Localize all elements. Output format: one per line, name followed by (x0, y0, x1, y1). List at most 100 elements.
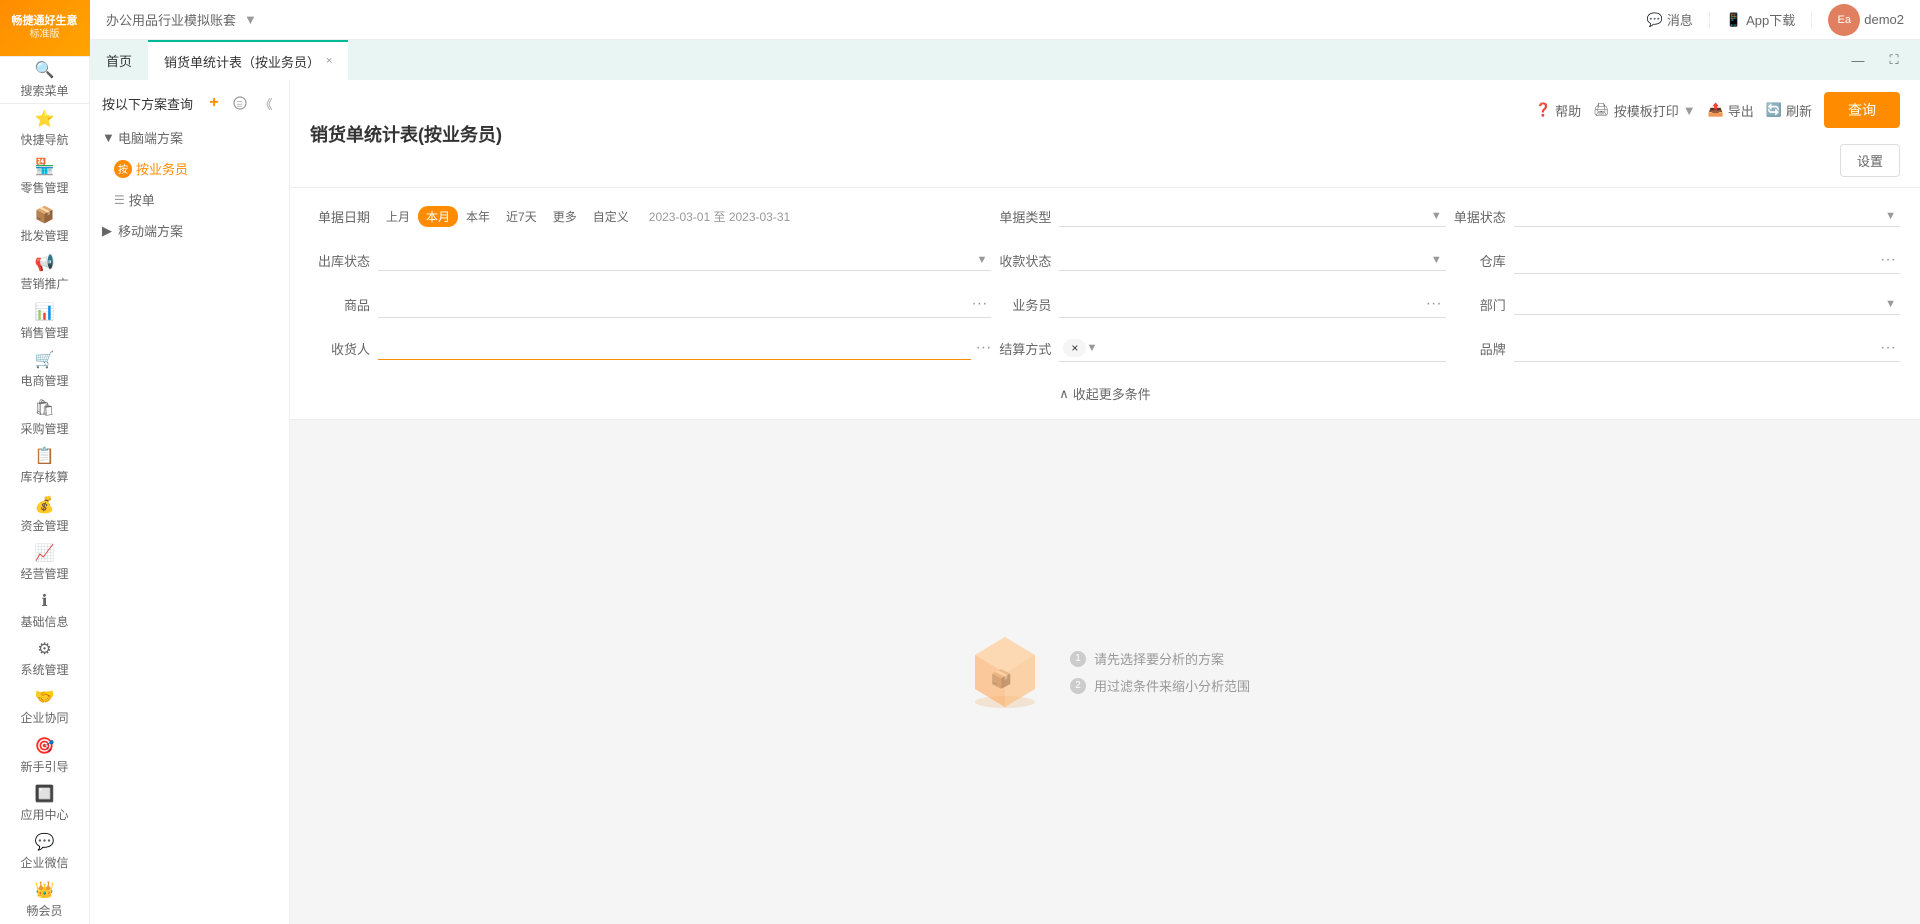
goods-dots[interactable]: ··· (971, 295, 987, 313)
download-icon: 📱 (1726, 12, 1742, 28)
out-status-select[interactable]: ▼ (378, 250, 991, 271)
settings-button[interactable]: 设置 (1840, 144, 1900, 177)
sidebar-item-marketing[interactable]: 📢 营销推广 (0, 249, 90, 297)
topbar-divider2 (1811, 12, 1812, 28)
settlement-tag-close[interactable]: × (1071, 341, 1078, 355)
sidebar-item-inventory[interactable]: 📋 库存核算 (0, 442, 90, 490)
type-select[interactable]: ▼ (1059, 206, 1445, 227)
app-logo[interactable]: 畅捷通好生意 标准版 (0, 0, 90, 56)
warehouse-select[interactable]: ··· (1514, 247, 1900, 274)
filter-area: 单据日期 上月 本月 本年 近7天 更多 自定义 2023-03-01 至 20… (290, 188, 1920, 420)
topbar-divider1 (1709, 12, 1710, 28)
receiver-input[interactable] (378, 336, 971, 360)
sidebar-item-system[interactable]: ⚙ 系统管理 (0, 635, 90, 683)
tree-by-order[interactable]: ☰ 按单 (90, 184, 289, 215)
date-option-custom[interactable]: 自定义 (585, 206, 637, 227)
settlement-select-arrow: ▼ (1086, 342, 1097, 354)
sidebar-item-guide-label: 新手引导 (20, 758, 68, 775)
department-select[interactable]: ▼ (1514, 294, 1900, 315)
salesperson-select[interactable]: ··· (1059, 291, 1445, 318)
sidebar-item-marketing-label: 营销推广 (20, 275, 68, 292)
operation-icon: 📈 (35, 543, 55, 563)
date-option-last-month[interactable]: 上月 (378, 206, 418, 227)
warehouse-dots[interactable]: ··· (1880, 251, 1896, 269)
tree-mobile-scheme[interactable]: ▶ 移动端方案 (90, 215, 289, 246)
sidebar: 畅捷通好生意 标准版 🔍 搜索菜单 ⭐ 快捷导航 🏪 零售管理 📦 批发管理 📢… (0, 0, 90, 924)
sidebar-item-operation[interactable]: 📈 经营管理 (0, 538, 90, 586)
message-btn[interactable]: 💬 消息 (1647, 10, 1693, 29)
department-arrow: ▼ (1885, 298, 1896, 310)
tree-by-order-label: 按单 (129, 190, 155, 209)
tab-minimize-btn[interactable]: — (1844, 46, 1872, 74)
sidebar-item-enterprise[interactable]: 🤝 企业协同 (0, 683, 90, 731)
settlement-label: 结算方式 (991, 339, 1051, 358)
guide-icon: 🎯 (35, 736, 55, 756)
sidebar-item-wholesale[interactable]: 📦 批发管理 (0, 201, 90, 249)
date-option-more[interactable]: 更多 (545, 206, 585, 227)
tab-sales-stats[interactable]: 销货单统计表（按业务员） × (148, 40, 348, 80)
status-select-arrow: ▼ (1885, 210, 1896, 222)
sidebar-item-search[interactable]: 🔍 搜索菜单 (0, 56, 90, 104)
edit-scheme-btn[interactable]: ☰ (229, 92, 251, 114)
brand-dots[interactable]: ··· (1880, 339, 1896, 357)
tab-home[interactable]: 首页 (90, 40, 148, 80)
sidebar-item-quick-nav[interactable]: ⭐ 快捷导航 (0, 104, 90, 152)
query-button[interactable]: 查询 (1824, 92, 1900, 128)
export-icon: 📤 (1708, 102, 1724, 118)
sidebar-item-purchase[interactable]: 🛍 采购管理 (0, 393, 90, 441)
tab-close-btn[interactable]: × (326, 55, 332, 67)
settlement-select[interactable]: × ▼ (1059, 335, 1445, 362)
tab-expand-area: — ⛶ (1844, 46, 1920, 74)
user-profile[interactable]: Ea demo2 (1828, 4, 1904, 36)
sidebar-item-inventory-label: 库存核算 (20, 468, 68, 485)
tree-desktop-scheme[interactable]: ▼ 电脑端方案 (90, 122, 289, 153)
date-option-this-month[interactable]: 本月 (418, 206, 458, 227)
sidebar-item-basic[interactable]: ℹ 基础信息 (0, 586, 90, 634)
page-header-actions: ❓ 帮助 🖨 按模板打印 ▼ 📤 导出 🔄 (1535, 92, 1900, 140)
status-select[interactable]: ▼ (1514, 206, 1900, 227)
export-btn[interactable]: 📤 导出 (1708, 101, 1754, 120)
filter-type: 单据类型 ▼ (991, 200, 1445, 232)
message-label: 消息 (1667, 10, 1693, 29)
marketing-icon: 📢 (35, 253, 55, 273)
filter-row-3: 商品 ··· 业务员 ··· 部门 (310, 288, 1900, 320)
sidebar-item-basic-label: 基础信息 (20, 613, 68, 630)
empty-state: 📦 1 请先选择要分析的方案 2 用过滤条件来缩小分析范围 (960, 627, 1250, 717)
download-label: App下载 (1746, 10, 1795, 29)
receiver-dots[interactable]: ··· (975, 339, 991, 357)
sidebar-item-guide[interactable]: 🎯 新手引导 (0, 731, 90, 779)
add-scheme-btn[interactable]: + (203, 92, 225, 114)
left-panel-title: 按以下方案查询 (102, 94, 193, 113)
print-btn[interactable]: 🖨 按模板打印 ▼ (1593, 101, 1695, 120)
receipt-status-arrow: ▼ (1431, 254, 1442, 266)
date-option-7days[interactable]: 近7天 (498, 206, 545, 227)
sidebar-item-ecommerce[interactable]: 🛒 电商管理 (0, 345, 90, 393)
sidebar-item-retail[interactable]: 🏪 零售管理 (0, 152, 90, 200)
sidebar-item-appcenter[interactable]: 🔲 应用中心 (0, 779, 90, 827)
collapse-panel-btn[interactable]: 《 (255, 92, 277, 114)
tree-sales-person[interactable]: 按 按业务员 (90, 153, 289, 184)
tab-maximize-btn[interactable]: ⛶ (1880, 46, 1908, 74)
filter-out-status: 出库状态 ▼ (310, 244, 991, 276)
industry-dropdown-icon[interactable]: ▼ (244, 12, 257, 27)
help-btn[interactable]: ❓ 帮助 (1535, 101, 1581, 120)
brand-select[interactable]: ··· (1514, 335, 1900, 362)
receipt-status-select[interactable]: ▼ (1059, 250, 1445, 271)
sidebar-item-finance[interactable]: 💰 资金管理 (0, 490, 90, 538)
salesperson-dots[interactable]: ··· (1426, 295, 1442, 313)
date-option-this-year[interactable]: 本年 (458, 206, 498, 227)
sidebar-item-sales-label: 销售管理 (20, 324, 68, 341)
sidebar-item-system-label: 系统管理 (20, 661, 68, 678)
appcenter-icon: 🔲 (35, 784, 55, 804)
sidebar-item-sales[interactable]: 📊 销售管理 (0, 297, 90, 345)
sidebar-item-member[interactable]: 👑 畅会员 (0, 876, 90, 924)
filter-receiver: 收货人 ··· (310, 332, 991, 364)
department-label: 部门 (1446, 295, 1506, 314)
tree-list-icon: ☰ (114, 193, 125, 207)
goods-select[interactable]: ··· (378, 291, 991, 318)
topbar: 办公用品行业模拟账套 ▼ 💬 消息 📱 App下载 Ea demo2 (90, 0, 1920, 40)
refresh-btn[interactable]: 🔄 刷新 (1766, 101, 1812, 120)
download-btn[interactable]: 📱 App下载 (1726, 10, 1795, 29)
collapse-btn[interactable]: ∧ 收起更多条件 (310, 376, 1900, 407)
sidebar-item-wechat[interactable]: 💬 企业微信 (0, 828, 90, 876)
